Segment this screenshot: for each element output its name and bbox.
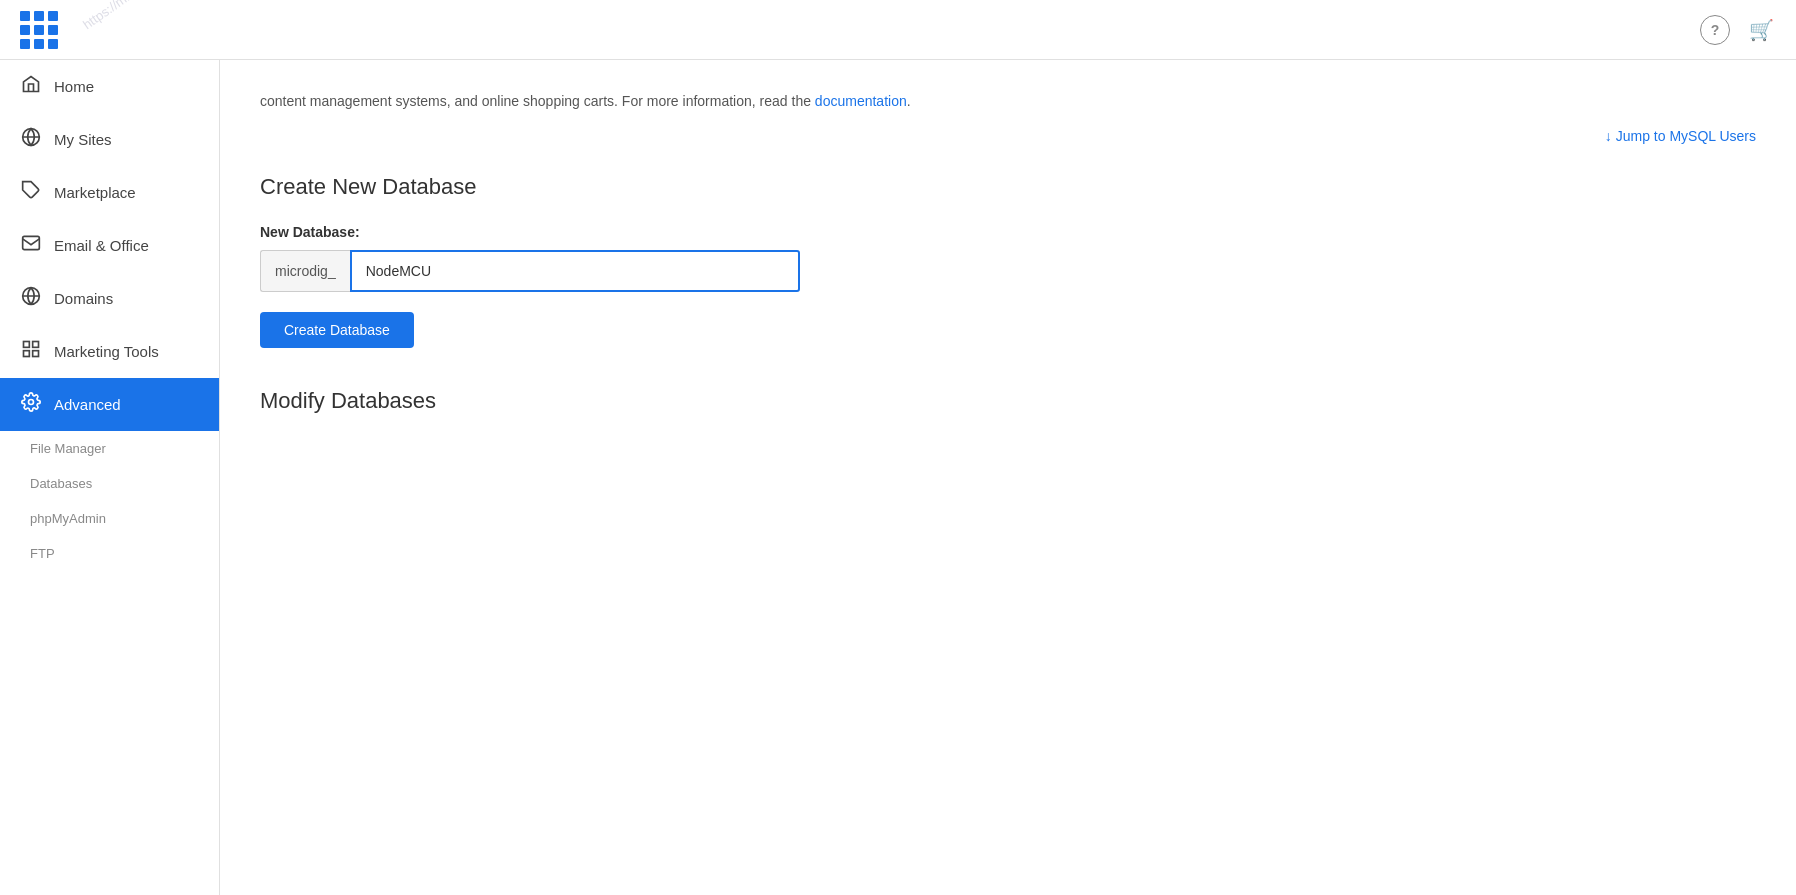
sidebar-subitem-databases[interactable]: Databases xyxy=(0,466,219,501)
layout: Home My Sites Marketplace xyxy=(0,60,1796,895)
sidebar-label-domains: Domains xyxy=(54,290,113,307)
jump-to-mysql-users-link[interactable]: ↓ Jump to MySQL Users xyxy=(260,128,1756,144)
create-new-database-title: Create New Database xyxy=(260,174,1756,200)
sidebar-item-my-sites[interactable]: My Sites xyxy=(0,113,219,166)
topbar-right: ? 🛒 xyxy=(1700,15,1776,45)
topbar: ? 🛒 xyxy=(0,0,1796,60)
sidebar-item-advanced[interactable]: Advanced xyxy=(0,378,219,431)
sidebar-item-home[interactable]: Home xyxy=(0,60,219,113)
db-prefix: microdig_ xyxy=(260,250,350,292)
sidebar-item-marketing-tools[interactable]: Marketing Tools xyxy=(0,325,219,378)
svg-rect-2 xyxy=(23,236,40,249)
documentation-link[interactable]: documentation xyxy=(815,93,907,109)
database-name-input[interactable] xyxy=(350,250,800,292)
new-database-label: New Database: xyxy=(260,224,1756,240)
sidebar-label-advanced: Advanced xyxy=(54,396,121,413)
gear-icon xyxy=(20,392,42,417)
help-icon[interactable]: ? xyxy=(1700,15,1730,45)
sidebar-label-my-sites: My Sites xyxy=(54,131,112,148)
sidebar-subitem-phpmyadmin[interactable]: phpMyAdmin xyxy=(0,501,219,536)
create-database-button[interactable]: Create Database xyxy=(260,312,414,348)
modify-databases-title: Modify Databases xyxy=(260,388,1756,414)
sidebar-item-domains[interactable]: Domains xyxy=(0,272,219,325)
globe-icon xyxy=(20,286,42,311)
svg-rect-4 xyxy=(24,342,30,348)
tag-icon xyxy=(20,180,42,205)
svg-rect-5 xyxy=(33,342,39,348)
home-icon xyxy=(20,74,42,99)
svg-point-8 xyxy=(29,400,34,405)
sidebar-label-email-office: Email & Office xyxy=(54,237,149,254)
grid-icon[interactable] xyxy=(20,11,58,49)
sidebar-item-email-office[interactable]: Email & Office xyxy=(0,219,219,272)
database-input-row: microdig_ xyxy=(260,250,1756,292)
envelope-icon xyxy=(20,233,42,258)
marketing-icon xyxy=(20,339,42,364)
cart-icon[interactable]: 🛒 xyxy=(1746,15,1776,45)
svg-rect-7 xyxy=(33,351,39,357)
sidebar: Home My Sites Marketplace xyxy=(0,60,220,895)
sidebar-item-marketplace[interactable]: Marketplace xyxy=(0,166,219,219)
sidebar-label-marketplace: Marketplace xyxy=(54,184,136,201)
description-text: content management systems, and online s… xyxy=(260,90,1756,112)
wordpress-icon xyxy=(20,127,42,152)
main-content: content management systems, and online s… xyxy=(220,60,1796,895)
sidebar-label-home: Home xyxy=(54,78,94,95)
sidebar-subitem-ftp[interactable]: FTP xyxy=(0,536,219,571)
svg-rect-6 xyxy=(24,351,30,357)
sidebar-label-marketing-tools: Marketing Tools xyxy=(54,343,159,360)
sidebar-subitem-file-manager[interactable]: File Manager xyxy=(0,431,219,466)
